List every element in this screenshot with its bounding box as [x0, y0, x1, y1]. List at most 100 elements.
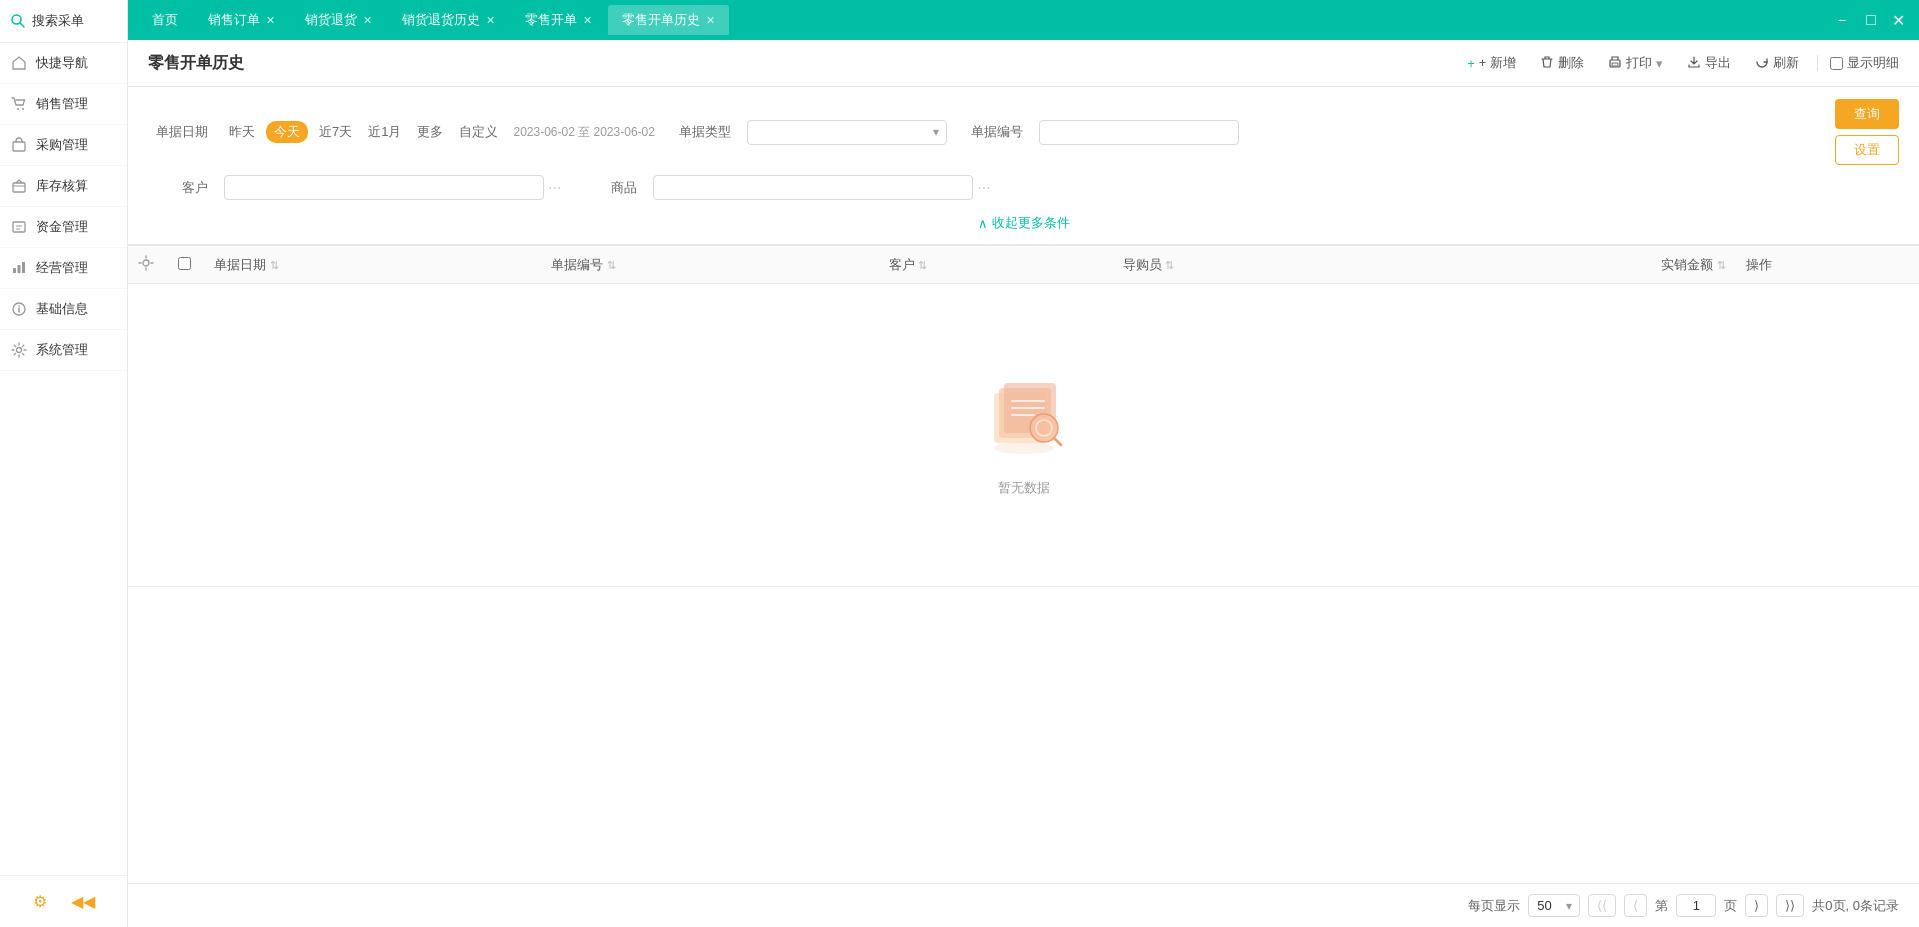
sidebar-item-sales-mgmt[interactable]: 销售管理 — [0, 84, 127, 125]
page-number-input[interactable] — [1676, 894, 1716, 917]
nav-restore-button[interactable]: □ — [1862, 7, 1880, 33]
nav-right-actions: － □ ✕ — [1830, 6, 1909, 35]
refresh-button[interactable]: 刷新 — [1749, 50, 1805, 76]
date-range-display: 2023-06-02 至 2023-06-02 — [513, 124, 654, 141]
table-settings-icon[interactable] — [138, 255, 154, 271]
export-button[interactable]: 导出 — [1681, 50, 1737, 76]
query-button[interactable]: 查询 — [1835, 99, 1899, 129]
query-settings-button[interactable]: 设置 — [1835, 135, 1899, 165]
date-btn-custom[interactable]: 自定义 — [454, 121, 503, 143]
date-btn-7days[interactable]: 近7天 — [314, 121, 357, 143]
date-btn-more[interactable]: 更多 — [412, 121, 448, 143]
sort-customer-icon[interactable]: ⇅ — [918, 259, 927, 271]
page-next-button[interactable]: ⟩ — [1745, 894, 1768, 917]
add-button[interactable]: + + 新增 — [1461, 50, 1522, 76]
delete-button[interactable]: 删除 — [1534, 50, 1590, 76]
refresh-icon — [1755, 55, 1769, 72]
toolbar: + + 新增 删除 打印 — [1461, 50, 1899, 76]
goods-ellipsis-btn[interactable]: ··· — [977, 179, 990, 197]
query-buttons: 查询 设置 — [1835, 99, 1899, 165]
table-body: 暂无数据 — [128, 284, 1919, 587]
print-button[interactable]: 打印 ▾ — [1602, 50, 1669, 76]
sidebar-item-label: 采购管理 — [36, 136, 88, 154]
goods-input-wrapper: ··· — [653, 175, 990, 200]
page-first-button[interactable]: ⟨⟨ — [1588, 894, 1616, 917]
sidebar-item-finance[interactable]: 资金管理 — [0, 207, 127, 248]
finance-icon — [10, 218, 28, 236]
tab-retail-history[interactable]: 零售开单历史 ✕ — [608, 5, 729, 35]
cart-icon — [10, 95, 28, 113]
doc-type-select[interactable] — [747, 120, 947, 145]
main-content: 首页 销售订单 ✕ 销货退货 ✕ 销货退货历史 ✕ 零售开单 ✕ 零售开单历史 … — [128, 0, 1919, 927]
sidebar-item-operations[interactable]: 经营管理 — [0, 248, 127, 289]
sidebar-search[interactable]: 搜索采单 — [0, 0, 127, 43]
sidebar: 搜索采单 快捷导航 销售管理 采购管理 — [0, 0, 128, 927]
tab-retail-history-close[interactable]: ✕ — [706, 14, 715, 27]
tab-retail-open-close[interactable]: ✕ — [583, 14, 592, 27]
home-icon — [10, 54, 28, 72]
collapse-chevron-icon: ∧ — [978, 216, 988, 231]
show-detail-label: 显示明细 — [1847, 54, 1899, 72]
tab-sales-return-history-close[interactable]: ✕ — [486, 14, 495, 27]
print-dropdown-icon[interactable]: ▾ — [1656, 56, 1663, 71]
svg-point-16 — [17, 348, 22, 353]
customer-filter-label: 客户 — [148, 179, 208, 197]
nav-close-button[interactable]: ✕ — [1888, 7, 1909, 34]
settings-gear-button[interactable]: ⚙ — [29, 888, 51, 915]
tab-retail-open[interactable]: 零售开单 ✕ — [511, 5, 606, 35]
th-amount-label: 实销金额 — [1661, 257, 1713, 272]
sidebar-bottom: ⚙ ◀◀ — [0, 875, 127, 927]
page-prev-button[interactable]: ⟨ — [1624, 894, 1647, 917]
sidebar-item-inventory[interactable]: 库存核算 — [0, 166, 127, 207]
customer-ellipsis-btn[interactable]: ··· — [548, 179, 561, 197]
tab-sales-order-close[interactable]: ✕ — [266, 14, 275, 27]
select-all-checkbox[interactable] — [178, 257, 191, 270]
doc-no-input[interactable] — [1039, 120, 1239, 145]
page-total-info: 共0页, 0条记录 — [1812, 897, 1899, 915]
tab-sales-return-history[interactable]: 销货退货历史 ✕ — [388, 5, 509, 35]
date-filters: 昨天 今天 近7天 近1月 更多 自定义 2023-06-02 至 2023-0… — [224, 121, 655, 143]
sidebar-search-label: 搜索采单 — [32, 12, 84, 30]
tab-sales-return[interactable]: 销货退货 ✕ — [291, 5, 386, 35]
tab-retail-history-label: 零售开单历史 — [622, 11, 700, 29]
svg-rect-12 — [22, 262, 25, 273]
date-btn-yesterday[interactable]: 昨天 — [224, 121, 260, 143]
toolbar-divider — [1817, 55, 1818, 71]
page-last-button[interactable]: ⟩⟩ — [1776, 894, 1804, 917]
show-detail-checkbox[interactable] — [1830, 57, 1843, 70]
sidebar-collapse-button[interactable]: ◀◀ — [67, 888, 99, 915]
nav-minimize-button[interactable]: － — [1830, 6, 1854, 35]
delete-label: 删除 — [1558, 54, 1584, 72]
svg-line-1 — [20, 23, 24, 27]
show-detail-checkbox-label[interactable]: 显示明细 — [1830, 54, 1899, 72]
add-icon: + — [1467, 56, 1475, 71]
per-page-select[interactable]: 10 20 50 100 — [1528, 894, 1580, 917]
tab-sales-return-close[interactable]: ✕ — [363, 14, 372, 27]
box-icon — [10, 177, 28, 195]
collapse-filters-label: 收起更多条件 — [992, 214, 1070, 232]
sort-salesperson-icon[interactable]: ⇅ — [1165, 259, 1174, 271]
collapse-filters-btn[interactable]: ∧ 收起更多条件 — [148, 210, 1899, 236]
table-header-row: 单据日期 ⇅ 单据编号 ⇅ 客户 ⇅ 导购员 ⇅ — [128, 246, 1919, 284]
sidebar-item-label: 经营管理 — [36, 259, 88, 277]
sort-date-icon[interactable]: ⇅ — [270, 259, 279, 271]
tab-sales-order[interactable]: 销售订单 ✕ — [194, 5, 289, 35]
sidebar-item-quick-nav[interactable]: 快捷导航 — [0, 43, 127, 84]
date-btn-1month[interactable]: 近1月 — [363, 121, 406, 143]
filter-row-2: 客户 ··· 商品 ··· — [148, 175, 1899, 200]
customer-input[interactable] — [224, 175, 544, 200]
sidebar-item-purchase-mgmt[interactable]: 采购管理 — [0, 125, 127, 166]
goods-input[interactable] — [653, 175, 973, 200]
empty-state-cell: 暂无数据 — [128, 284, 1919, 587]
table-head: 单据日期 ⇅ 单据编号 ⇅ 客户 ⇅ 导购员 ⇅ — [128, 246, 1919, 284]
bag-icon — [10, 136, 28, 154]
svg-line-29 — [1054, 438, 1061, 445]
tab-sales-return-history-label: 销货退货历史 — [402, 11, 480, 29]
sort-no-icon[interactable]: ⇅ — [607, 259, 616, 271]
date-btn-today[interactable]: 今天 — [266, 121, 308, 143]
sidebar-item-system[interactable]: 系统管理 — [0, 330, 127, 371]
tab-home[interactable]: 首页 — [138, 5, 192, 35]
svg-rect-7 — [13, 222, 25, 232]
sort-amount-icon[interactable]: ⇅ — [1717, 259, 1726, 271]
sidebar-item-base-info[interactable]: 基础信息 — [0, 289, 127, 330]
